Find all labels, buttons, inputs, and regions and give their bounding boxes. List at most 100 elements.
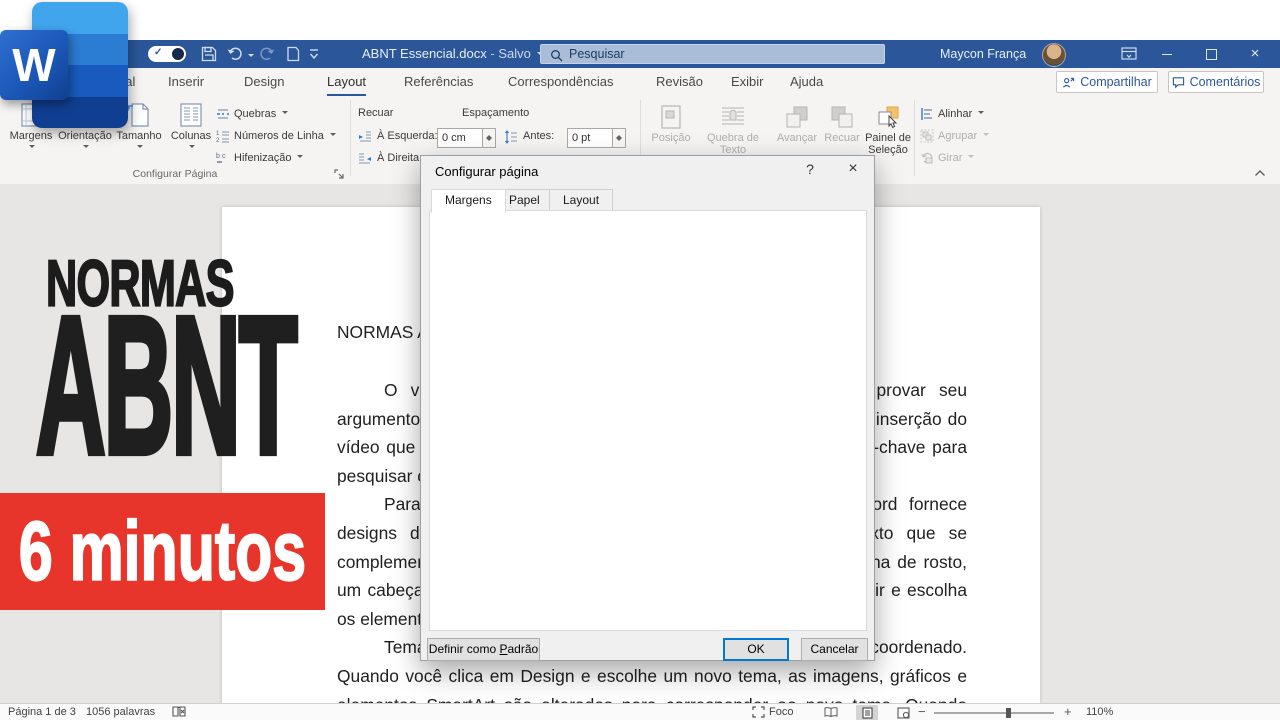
check-icon: ✓ bbox=[154, 47, 162, 58]
comments-button[interactable]: Comentários bbox=[1168, 71, 1264, 93]
dialog-tab-layout[interactable]: Layout bbox=[549, 189, 613, 211]
dialog-panel bbox=[429, 210, 867, 631]
group-label-configurar-pagina: Configurar Página bbox=[90, 168, 260, 180]
line-numbers-button[interactable]: 12 Números de Linha bbox=[216, 126, 336, 146]
zoom-out-button[interactable]: − bbox=[918, 704, 926, 720]
breaks-icon bbox=[216, 107, 230, 121]
group-icon bbox=[920, 129, 934, 143]
document-title[interactable]: ABNT Essencial.docx - Salvo bbox=[362, 40, 543, 68]
undo-icon[interactable] bbox=[226, 45, 244, 63]
spacing-before-spinner[interactable] bbox=[613, 128, 626, 148]
indent-left-spinner[interactable] bbox=[483, 128, 496, 148]
autosave-toggle[interactable]: ✓ bbox=[148, 46, 186, 62]
share-icon bbox=[1062, 76, 1075, 89]
word-count[interactable]: 1056 palavras bbox=[86, 704, 155, 720]
tab-referencias[interactable]: Referências bbox=[404, 68, 473, 94]
indent-group-label: Recuar bbox=[358, 107, 393, 119]
minimize-button[interactable] bbox=[1152, 40, 1182, 68]
ribbon-tab-row: Página Inicial Inserir Design Layout Ref… bbox=[0, 68, 1280, 97]
search-input[interactable]: Pesquisar bbox=[540, 44, 885, 64]
selection-pane-button[interactable]: Painel de Seleção bbox=[864, 100, 912, 162]
spacing-before-input[interactable]: 0 pt bbox=[567, 128, 613, 148]
line-numbers-icon: 12 bbox=[216, 129, 230, 143]
share-button[interactable]: Compartilhar bbox=[1056, 71, 1158, 93]
hyphenation-button[interactable]: bc Hifenização bbox=[216, 148, 303, 168]
dialog-help-button[interactable]: ? bbox=[793, 156, 827, 182]
align-icon bbox=[920, 107, 934, 121]
comment-icon bbox=[1172, 76, 1185, 89]
save-icon[interactable] bbox=[200, 45, 218, 63]
focus-icon[interactable] bbox=[752, 706, 765, 720]
page-indicator[interactable]: Página 1 de 3 bbox=[8, 704, 76, 720]
spacing-group-label: Espaçamento bbox=[462, 107, 529, 119]
ribbon-display-options-icon[interactable] bbox=[1120, 45, 1138, 63]
spacing-before-label: Antes: bbox=[523, 130, 554, 142]
text-wrap-button: Quebra de Texto bbox=[696, 100, 770, 162]
bring-forward-button: Avançar bbox=[774, 100, 820, 162]
user-name[interactable]: Maycon França bbox=[940, 40, 1026, 68]
zoom-slider-track[interactable] bbox=[934, 712, 1054, 714]
tab-revisao[interactable]: Revisão bbox=[656, 68, 703, 94]
proofing-icon[interactable] bbox=[172, 706, 186, 720]
qat-customize-icon[interactable] bbox=[308, 48, 326, 66]
search-icon bbox=[550, 49, 563, 62]
tab-exibir[interactable]: Exibir bbox=[731, 68, 764, 94]
send-backward-icon bbox=[829, 104, 855, 130]
align-button[interactable]: Alinhar bbox=[920, 104, 984, 124]
zoom-level[interactable]: 110% bbox=[1086, 704, 1113, 720]
avatar[interactable] bbox=[1042, 43, 1066, 67]
indent-left-input[interactable]: 0 cm bbox=[437, 128, 483, 148]
tab-layout[interactable]: Layout bbox=[327, 68, 366, 96]
svg-text:c: c bbox=[222, 153, 226, 160]
touch-mode-icon[interactable] bbox=[284, 45, 302, 63]
svg-text:2: 2 bbox=[216, 138, 220, 143]
restore-button[interactable] bbox=[1196, 40, 1226, 68]
title-bar: ✓ ABNT Essencial.docx - Salvo Pesquisar bbox=[0, 40, 1280, 68]
ok-button[interactable]: OK bbox=[723, 638, 789, 661]
columns-button[interactable]: Colunas bbox=[166, 100, 216, 162]
word-window: ✓ ABNT Essencial.docx - Salvo Pesquisar bbox=[0, 0, 1280, 720]
selection-pane-icon bbox=[875, 104, 901, 130]
dialog-close-button[interactable]: × bbox=[836, 156, 870, 182]
tab-correspondencias[interactable]: Correspondências bbox=[508, 68, 614, 94]
read-mode-icon[interactable] bbox=[820, 705, 842, 720]
breaks-button[interactable]: Quebras bbox=[216, 104, 288, 124]
status-bar: Página 1 de 3 1056 palavras Foco − + 110… bbox=[0, 703, 1280, 720]
indent-left-label: À Esquerda: bbox=[377, 130, 438, 142]
cancel-button[interactable]: Cancelar bbox=[801, 638, 868, 661]
indent-right-label: À Direita: bbox=[377, 152, 422, 164]
indent-left-icon bbox=[358, 130, 372, 144]
dialog-tab-margens[interactable]: Margens bbox=[431, 189, 506, 213]
svg-text:b: b bbox=[216, 153, 220, 160]
web-layout-icon[interactable] bbox=[892, 705, 914, 720]
search-placeholder: Pesquisar bbox=[569, 47, 625, 61]
send-backward-button: Recuar bbox=[822, 100, 862, 162]
zoom-in-button[interactable]: + bbox=[1064, 704, 1072, 720]
zoom-slider-thumb[interactable] bbox=[1006, 708, 1011, 718]
collapse-ribbon-icon[interactable] bbox=[1254, 169, 1266, 177]
columns-icon bbox=[178, 102, 204, 128]
tab-ajuda[interactable]: Ajuda bbox=[790, 68, 823, 94]
svg-text:1: 1 bbox=[216, 131, 220, 137]
spacing-before-icon bbox=[504, 130, 518, 144]
rotate-button: Girar bbox=[920, 148, 974, 168]
text-wrap-icon bbox=[720, 104, 746, 130]
set-default-button[interactable]: Definir como Padrão bbox=[427, 638, 540, 661]
tab-inserir[interactable]: Inserir bbox=[168, 68, 204, 94]
group-button: Agrupar bbox=[920, 126, 989, 146]
position-button: Posição bbox=[648, 100, 694, 162]
dialog-title: Configurar página bbox=[435, 164, 538, 179]
overlay-title-main: ABNT bbox=[36, 288, 296, 484]
page-setup-dialog: Configurar página ? × Margens Papel Layo… bbox=[420, 155, 875, 661]
undo-caret-icon[interactable] bbox=[248, 54, 254, 60]
print-layout-icon[interactable] bbox=[856, 705, 878, 720]
close-button[interactable]: × bbox=[1240, 40, 1270, 68]
hyphenation-icon: bc bbox=[216, 151, 230, 165]
bring-forward-icon bbox=[784, 104, 810, 130]
dialog-launcher-icon[interactable] bbox=[334, 169, 344, 179]
tab-design[interactable]: Design bbox=[244, 68, 284, 94]
indent-right-icon bbox=[358, 152, 372, 166]
focus-label[interactable]: Foco bbox=[769, 704, 793, 720]
overlay-duration-badge: 6 minutos bbox=[0, 493, 325, 610]
redo-icon bbox=[258, 45, 276, 63]
